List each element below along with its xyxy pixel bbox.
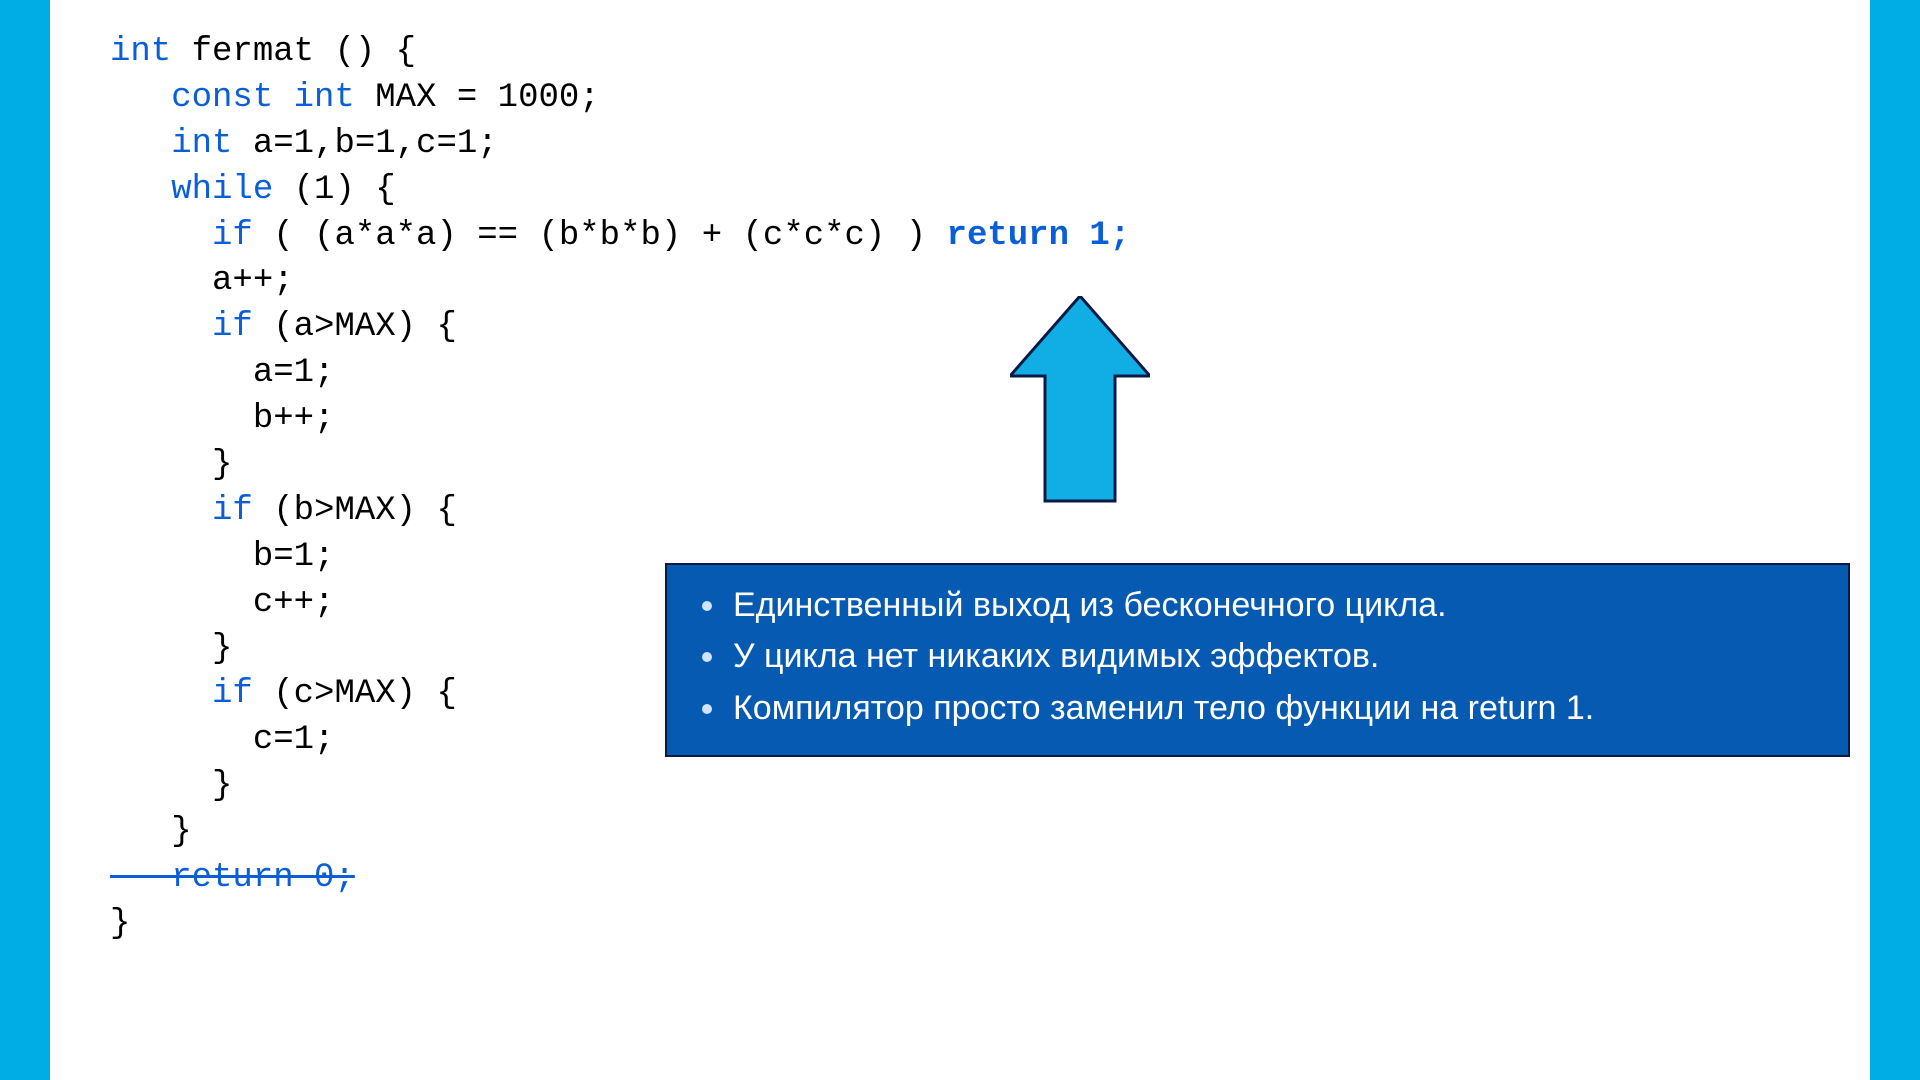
kw-int: int [110,125,232,163]
code-text: (b>MAX) { [253,492,457,530]
return-1-highlight: return 1; [947,217,1131,255]
code-text: (a>MAX) { [253,308,457,346]
kw-if: if [110,217,253,255]
kw-if: if [110,308,253,346]
code-text: a++; [110,262,294,300]
code-text: b++; [110,400,334,438]
code-block: int fermat () { const int MAX = 1000; in… [110,30,1130,948]
code-text: a=1; [110,354,334,392]
kw-if: if [110,492,253,530]
code-text: } [110,905,130,943]
code-text: b=1; [110,538,334,576]
callout-box: Единственный выход из бесконечного цикла… [665,563,1850,757]
slide-body: int fermat () { const int MAX = 1000; in… [50,0,1870,1080]
code-text: (1) { [273,171,395,209]
code-text: fermat () { [171,33,416,71]
code-text: c=1; [110,721,334,759]
code-text: (c>MAX) { [253,675,457,713]
kw-if: if [110,675,253,713]
kw-int: int [110,33,171,71]
callout-item: Единственный выход из бесконечного цикла… [729,581,1820,630]
return-0-struck: return 0; [110,859,355,897]
callout-item: У цикла нет никаких видимых эффектов. [729,632,1820,681]
up-arrow-icon [1010,296,1150,506]
code-text: ( (a*a*a) == (b*b*b) + (c*c*c) ) [253,217,947,255]
code-text: } [110,446,232,484]
callout-item: Компилятор просто заменил тело функции н… [729,684,1820,733]
code-text: c++; [110,584,334,622]
code-text: } [110,767,232,805]
kw-constint: const int [110,79,355,117]
code-text: MAX = 1000; [355,79,600,117]
kw-while: while [110,171,273,209]
code-text: a=1,b=1,c=1; [232,125,497,163]
callout-list: Единственный выход из бесконечного цикла… [695,581,1820,733]
code-text: } [110,813,192,851]
code-text: } [110,630,232,668]
